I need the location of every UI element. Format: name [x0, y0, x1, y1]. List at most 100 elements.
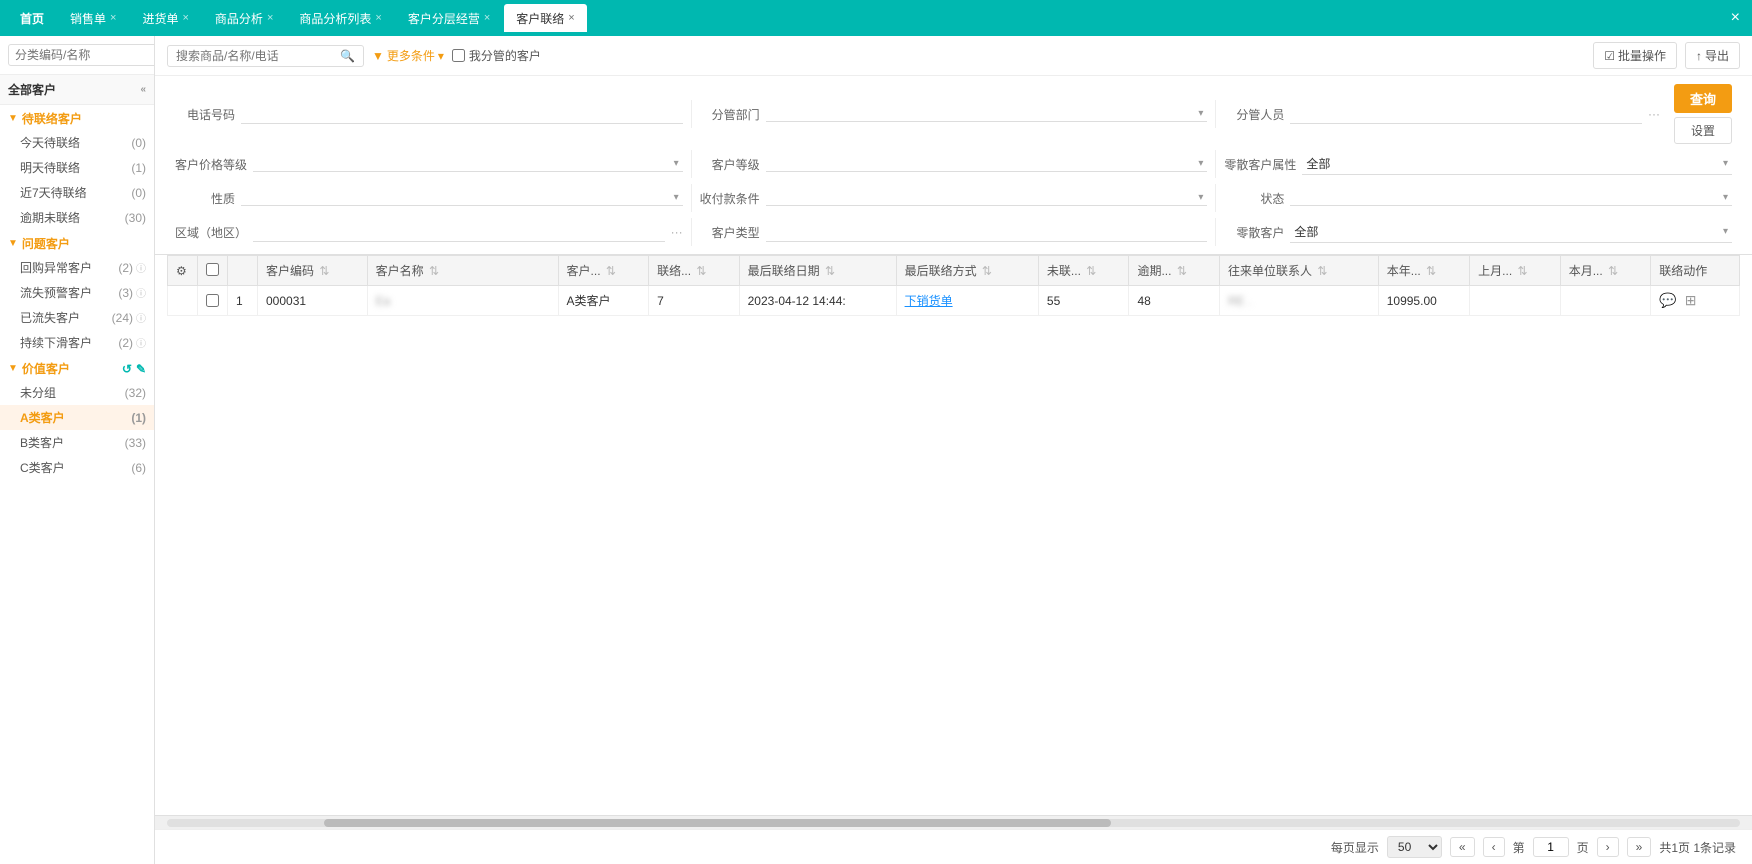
first-page-button[interactable]: « — [1450, 837, 1475, 857]
select-all-checkbox[interactable] — [206, 263, 219, 276]
filter-status-select[interactable]: ▾ — [1290, 190, 1732, 206]
last-page-button[interactable]: » — [1627, 837, 1652, 857]
my-customers-checkbox-container[interactable]: 我分管的客户 — [452, 47, 541, 64]
sidebar-item-churn-warning[interactable]: 流失预警客户 (3) ⓘ — [0, 280, 154, 305]
col-name[interactable]: 客户名称 ⇅ — [367, 256, 558, 286]
filter-payment-select[interactable]: ▾ — [766, 190, 1208, 206]
scrollbar-thumb[interactable] — [324, 819, 1111, 827]
sidebar-item-repurchase-abnormal[interactable]: 回购异常客户 (2) ⓘ — [0, 255, 154, 280]
toolbar-search-icon[interactable]: 🔍 — [340, 49, 355, 63]
filter-retail-customer-select[interactable]: 全部 ▾ — [1290, 221, 1732, 243]
declining-customers-label: 持续下滑客户 — [20, 334, 92, 351]
nav-tab-analysis-list-close[interactable]: × — [375, 12, 381, 24]
nav-tab-analysis-list[interactable]: 商品分析列表 × — [287, 4, 393, 32]
col-checkbox-header[interactable] — [198, 256, 228, 286]
close-all-tabs-button[interactable]: × — [1727, 5, 1744, 31]
nav-tab-home[interactable]: 首页 — [8, 4, 56, 32]
filter-manager-input[interactable] — [1290, 105, 1642, 124]
col-this-month[interactable]: 本月... ⇅ — [1560, 256, 1651, 286]
filter-phone-input[interactable] — [241, 105, 683, 124]
filter-dept-select[interactable]: ▾ — [766, 106, 1208, 122]
col-unit-contact[interactable]: 往来单位联系人 ⇅ — [1220, 256, 1379, 286]
col-category[interactable]: 客户... ⇅ — [558, 256, 649, 286]
churn-warning-info-icon[interactable]: ⓘ — [136, 285, 146, 300]
nav-tab-sales[interactable]: 销售单 × — [58, 4, 128, 32]
sidebar-item-class-c[interactable]: C类客户 (6) — [0, 455, 154, 480]
nav-tab-analysis[interactable]: 商品分析 × — [203, 4, 285, 32]
batch-operation-button[interactable]: ☑ 批量操作 — [1593, 42, 1677, 69]
sidebar-search-input[interactable] — [8, 44, 155, 66]
row-contact-method-link[interactable]: 下销货单 — [905, 294, 953, 308]
sidebar-item-declining-customers[interactable]: 持续下滑客户 (2) ⓘ — [0, 330, 154, 355]
sidebar-group-value-customers[interactable]: ▼ 价值客户 ↺ ✎ — [0, 355, 154, 380]
filter-region-input[interactable] — [253, 223, 665, 242]
sidebar-item-overdue-contact[interactable]: 逾期未联络 (30) — [0, 205, 154, 230]
filter-customer-level-select[interactable]: ▾ — [766, 156, 1208, 172]
sidebar-item-ungrouped[interactable]: 未分组 (32) — [0, 380, 154, 405]
next-page-button[interactable]: › — [1597, 837, 1619, 857]
col-last-contact-date[interactable]: 最后联络日期 ⇅ — [739, 256, 896, 286]
sidebar-all-customers-header[interactable]: 全部客户 « — [0, 75, 154, 105]
toolbar-filter-button[interactable]: ▼ 更多条件 ▾ — [372, 47, 444, 64]
per-page-select[interactable]: 50 100 200 — [1387, 836, 1442, 858]
nav-tab-customer-contact-close[interactable]: × — [568, 12, 574, 24]
col-no-contact[interactable]: 未联... ⇅ — [1038, 256, 1129, 286]
sidebar-item-today-pending[interactable]: 今天待联络 (0) — [0, 130, 154, 155]
nav-tab-customer-mgmt-close[interactable]: × — [484, 12, 490, 24]
filter-customer-type-input[interactable] — [766, 223, 1208, 242]
row-code[interactable]: 000031 — [258, 286, 368, 316]
nav-tab-customer-contact[interactable]: 客户联络 × — [504, 4, 586, 32]
row-checkbox[interactable] — [206, 294, 219, 307]
settings-button[interactable]: 设置 — [1674, 117, 1732, 144]
col-contact[interactable]: 联络... ⇅ — [649, 256, 740, 286]
nav-tab-sales-close[interactable]: × — [110, 12, 116, 24]
batch-operation-label: 批量操作 — [1618, 47, 1666, 64]
row-chat-icon[interactable]: 💬 — [1659, 292, 1676, 309]
sidebar-collapse-icon[interactable]: « — [140, 84, 146, 95]
customer-table: ⚙ 客户编码 ⇅ 客户名称 ⇅ 客户... ⇅ 联络... ⇅ 最后联络日期 ⇅… — [167, 255, 1740, 316]
prev-page-button[interactable]: ‹ — [1483, 837, 1505, 857]
content-area: 🔍 ▼ 更多条件 ▾ 我分管的客户 ☑ 批量操作 ↑ 导出 — [155, 36, 1752, 864]
row-name[interactable]: Ea — [367, 286, 558, 316]
toolbar-search-input[interactable] — [176, 49, 336, 63]
query-button[interactable]: 查询 — [1674, 84, 1732, 113]
value-customers-edit-icon[interactable]: ✎ — [136, 362, 146, 376]
lost-customers-info-icon[interactable]: ⓘ — [136, 310, 146, 325]
declining-customers-info-icon[interactable]: ⓘ — [136, 335, 146, 350]
export-button[interactable]: ↑ 导出 — [1685, 42, 1740, 69]
col-this-year[interactable]: 本年... ⇅ — [1378, 256, 1469, 286]
row-grid-icon[interactable]: ⊞ — [1685, 292, 1697, 309]
repurchase-abnormal-info-icon[interactable]: ⓘ — [136, 260, 146, 275]
filter-region-dots-icon[interactable]: ··· — [671, 225, 683, 239]
nav-tab-purchase[interactable]: 进货单 × — [130, 4, 200, 32]
sidebar-item-tomorrow-pending[interactable]: 明天待联络 (1) — [0, 155, 154, 180]
my-customers-checkbox[interactable] — [452, 49, 465, 62]
col-overdue[interactable]: 逾期... ⇅ — [1129, 256, 1220, 286]
row-last-contact-method[interactable]: 下销货单 — [896, 286, 1038, 316]
filter-retail-attr-select[interactable]: 全部 ▾ — [1302, 153, 1732, 175]
tomorrow-pending-label: 明天待联络 — [20, 159, 80, 176]
page-number-input[interactable] — [1533, 837, 1569, 857]
filter-price-level-select[interactable]: ▾ — [253, 156, 683, 172]
sidebar-item-lost-customers[interactable]: 已流失客户 (24) ⓘ — [0, 305, 154, 330]
sidebar-item-class-a[interactable]: A类客户 (1) — [0, 405, 154, 430]
row-checkbox-cell[interactable] — [198, 286, 228, 316]
col-last-contact-method[interactable]: 最后联络方式 ⇅ — [896, 256, 1038, 286]
filter-retail-attr-label: 零散客户属性 — [1224, 156, 1296, 173]
sidebar-group-pending-contact[interactable]: ▼ 待联络客户 — [0, 105, 154, 130]
sidebar-group-problem-customers[interactable]: ▼ 问题客户 — [0, 230, 154, 255]
value-customers-refresh-icon[interactable]: ↺ — [122, 362, 132, 376]
nav-tab-customer-mgmt[interactable]: 客户分层经营 × — [396, 4, 502, 32]
col-code[interactable]: 客户编码 ⇅ — [258, 256, 368, 286]
filter-customer-level: 客户等级 ▾ — [692, 150, 1217, 178]
horizontal-scrollbar[interactable] — [155, 815, 1752, 829]
col-last-month[interactable]: 上月... ⇅ — [1470, 256, 1561, 286]
nav-tab-analysis-close[interactable]: × — [267, 12, 273, 24]
filter-manager-label: 分管人员 — [1224, 106, 1284, 123]
col-settings[interactable]: ⚙ — [168, 256, 198, 286]
filter-manager-dots-icon[interactable]: ··· — [1648, 107, 1660, 121]
nav-tab-purchase-close[interactable]: × — [182, 12, 188, 24]
sidebar-item-class-b[interactable]: B类客户 (33) — [0, 430, 154, 455]
filter-nature-select[interactable]: ▾ — [241, 190, 683, 206]
sidebar-item-7day-pending[interactable]: 近7天待联络 (0) — [0, 180, 154, 205]
